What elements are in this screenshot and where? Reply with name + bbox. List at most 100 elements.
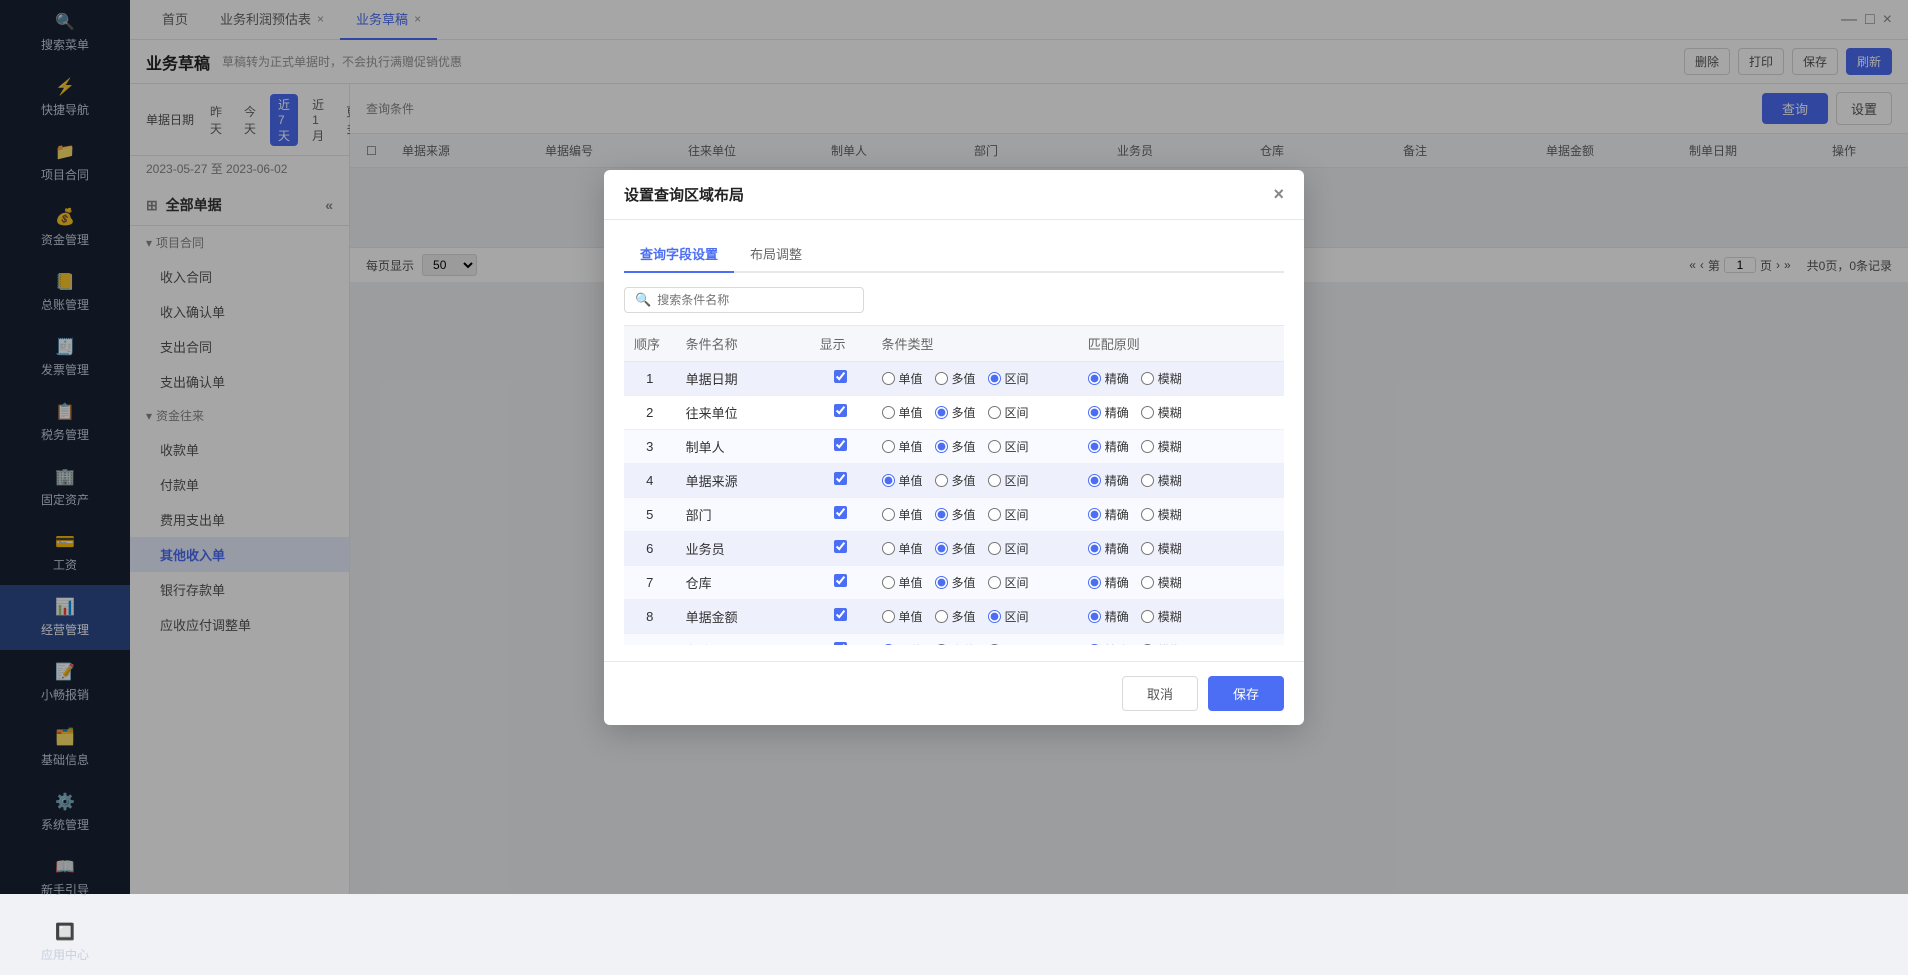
condtype-option-0[interactable]: 单值 [882,540,923,557]
show-checkbox[interactable] [834,608,847,621]
matchrule-option-1[interactable]: 模糊 [1141,608,1182,625]
search-input[interactable] [657,293,853,307]
cell-order: 5 [624,497,676,531]
cell-name: 单据日期 [676,361,810,395]
matchrule-option-0[interactable]: 精确 [1088,540,1129,557]
cell-name: 单据来源 [676,463,810,497]
search-bar: 🔍 [624,287,864,313]
cell-condtype: 单值多值区间 [872,429,1078,463]
sidebar-item-label: 应用中心 [41,946,89,963]
cell-condtype: 单值多值区间 [872,361,1078,395]
condtype-option-1[interactable]: 多值 [935,608,976,625]
cell-match: 精确 模糊 [1078,633,1284,645]
table-row: 6业务员单值多值区间精确模糊 [624,531,1284,565]
matchrule-option-0[interactable]: 精确 [1088,472,1129,489]
modal-body: 查询字段设置 布局调整 🔍 顺序 [604,220,1304,661]
condtype-option-0[interactable]: 单值 [882,438,923,455]
table-row: 5部门 单值多值区间 精确模糊 [624,497,1284,531]
show-checkbox[interactable] [834,574,847,587]
cell-show [810,633,872,645]
matchrule-option-0[interactable]: 精确 [1088,608,1129,625]
matchrule-option-1[interactable]: 模糊 [1141,506,1182,523]
matchrule-option-1[interactable]: 模糊 [1141,642,1182,645]
table-row: 8单据金额单值多值区间精确模糊 [624,599,1284,633]
show-checkbox[interactable] [834,370,847,383]
cell-order: 3 [624,429,676,463]
table-row: 1单据日期单值多值区间精确模糊 [624,361,1284,395]
condtype-option-1[interactable]: 多值 [935,404,976,421]
matchrule-option-0[interactable]: 精确 [1088,438,1129,455]
cell-condtype: 单值多值区间 [872,565,1078,599]
cell-match: 精确模糊 [1078,565,1284,599]
modal-close-button[interactable]: × [1273,184,1284,205]
matchrule-option-0[interactable]: 精确 [1088,370,1129,387]
cell-name: 制单人 [676,429,810,463]
condtype-option-1[interactable]: 多值 [935,472,976,489]
cell-order: 9 [624,633,676,645]
cell-condtype: 单值多值区间 [872,463,1078,497]
matchrule-option-1[interactable]: 模糊 [1141,472,1182,489]
condtype-option-2[interactable]: 区间 [988,404,1029,421]
show-checkbox[interactable] [834,506,847,519]
modal-save-button[interactable]: 保存 [1208,676,1284,711]
cell-name: 部门 [676,497,810,531]
table-row: 7仓库单值多值区间精确模糊 [624,565,1284,599]
matchrule-option-1[interactable]: 模糊 [1141,540,1182,557]
condtype-option-2[interactable]: 区间 [988,438,1029,455]
cell-show [810,497,872,531]
cell-show [810,429,872,463]
condtype-option-1[interactable]: 多值 [935,574,976,591]
condtype-option-0[interactable]: 单值 [882,404,923,421]
condtype-option-2[interactable]: 区间 [988,506,1029,523]
cell-match: 精确模糊 [1078,463,1284,497]
condtype-option-1[interactable]: 多值 [935,506,976,523]
condtype-option-1[interactable]: 多值 [935,438,976,455]
show-checkbox[interactable] [834,404,847,417]
condtype-option-2[interactable]: 区间 [988,472,1029,489]
cell-condtype: 单值 多值 区间 [872,633,1078,645]
cell-name: 往来单位 [676,395,810,429]
show-checkbox[interactable] [834,438,847,451]
condtype-option-0[interactable]: 单值 [882,608,923,625]
sidebar-item-apps[interactable]: 🔲 应用中心 [0,910,130,975]
condtype-option-1[interactable]: 多值 [935,642,976,645]
modal-dialog: 设置查询区域布局 × 查询字段设置 布局调整 🔍 [604,170,1304,725]
condtype-option-2[interactable]: 区间 [988,540,1029,557]
condtype-option-2[interactable]: 区间 [988,370,1029,387]
condtype-option-2[interactable]: 区间 [988,574,1029,591]
matchrule-option-1[interactable]: 模糊 [1141,404,1182,421]
condtype-option-2[interactable]: 区间 [988,642,1029,645]
show-checkbox[interactable] [834,540,847,553]
matchrule-option-1[interactable]: 模糊 [1141,574,1182,591]
cell-name: 业务员 [676,531,810,565]
cell-show [810,565,872,599]
modal-tab-fields[interactable]: 查询字段设置 [624,236,734,273]
show-checkbox[interactable] [834,642,847,645]
th-show: 显示 [810,325,872,361]
matchrule-option-0[interactable]: 精确 [1088,506,1129,523]
condtype-option-1[interactable]: 多值 [935,540,976,557]
show-checkbox[interactable] [834,472,847,485]
matchrule-option-0[interactable]: 精确 [1088,404,1129,421]
cell-show [810,395,872,429]
modal-tab-layout[interactable]: 布局调整 [734,236,818,273]
matchrule-option-1[interactable]: 模糊 [1141,438,1182,455]
condtype-option-0[interactable]: 单值 [882,506,923,523]
cell-show [810,531,872,565]
matchrule-option-0[interactable]: 精确 [1088,574,1129,591]
condtype-option-0[interactable]: 单值 [882,574,923,591]
condtype-option-2[interactable]: 区间 [988,608,1029,625]
table-row: 2往来单位单值多值区间精确模糊 [624,395,1284,429]
condtype-option-0[interactable]: 单值 [882,370,923,387]
condtype-option-1[interactable]: 多值 [935,370,976,387]
apps-icon: 🔲 [55,922,75,942]
matchrule-option-1[interactable]: 模糊 [1141,370,1182,387]
condtype-option-0[interactable]: 单值 [882,642,923,645]
th-condtype: 条件类型 [872,325,1078,361]
matchrule-option-0[interactable]: 精确 [1088,642,1129,645]
search-icon: 🔍 [635,292,651,308]
cancel-button[interactable]: 取消 [1122,676,1198,711]
table-row: 3制单人单值多值区间精确模糊 [624,429,1284,463]
condtype-option-0[interactable]: 单值 [882,472,923,489]
settings-table-scroll: 顺序 条件名称 显示 条件类型 匹配原则 1单据日期单值多值区间精确模糊2往来单… [624,325,1284,645]
